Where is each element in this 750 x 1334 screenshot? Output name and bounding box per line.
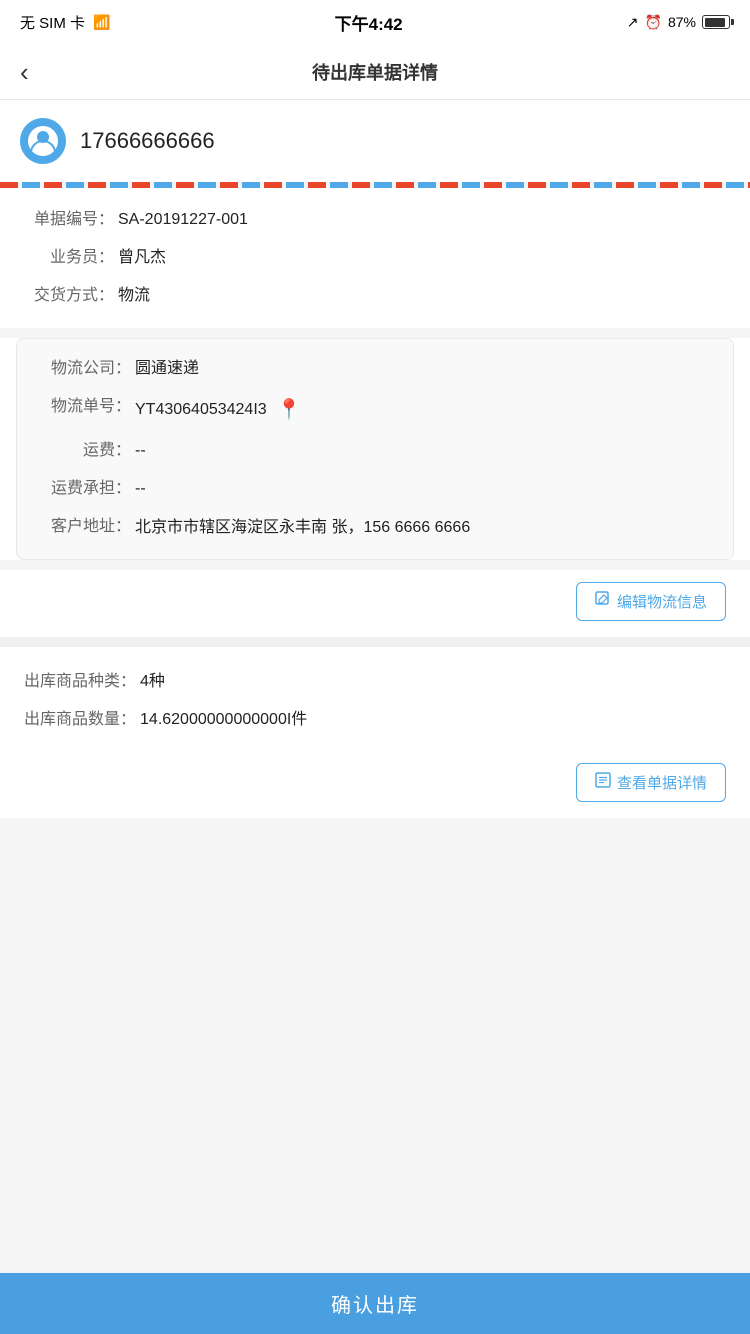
alarm-icon: ⏰ (645, 14, 662, 31)
logistics-company-label: 物流公司： (41, 357, 131, 381)
nav-bar: ‹ 待出库单据详情 (0, 44, 750, 100)
back-button[interactable]: ‹ (20, 59, 29, 85)
content: 17666666666 单据编号： SA-20191227-001 业务员： 曾… (0, 100, 750, 1098)
confirm-outbound-button[interactable]: 确认出库 (0, 1289, 750, 1318)
confirm-btn-container: 确认出库 (0, 1273, 750, 1334)
bottom-spacer (0, 818, 750, 998)
view-detail-label: 查看单据详情 (617, 772, 707, 793)
doc-number-row: 单据编号： SA-20191227-001 (24, 208, 726, 232)
list-icon (595, 772, 611, 792)
delivery-label: 交货方式： (24, 284, 114, 308)
goods-quantity-value: 14.62000000000000I件 (140, 705, 307, 729)
goods-quantity-label: 出库商品数量： (24, 705, 136, 729)
status-bar: 无 SIM 卡 📶 下午4:42 ↗ ⏰ 87% (0, 0, 750, 44)
location-status-icon: ↗ (627, 14, 639, 31)
logistics-freight-label: 运费： (41, 439, 131, 463)
goods-section: 出库商品种类： 4种 出库商品数量： 14.62000000000000I件 (0, 647, 750, 749)
avatar (20, 118, 66, 164)
carrier-text: 无 SIM 卡 (20, 12, 85, 33)
logistics-tracking-value: YT43064053424I3 📍 (135, 395, 709, 425)
doc-number-value: SA-20191227-001 (118, 208, 726, 232)
edit-logistics-button[interactable]: 编辑物流信息 (576, 582, 726, 621)
goods-quantity-row: 出库商品数量： 14.62000000000000I件 (24, 705, 726, 729)
customer-header: 17666666666 (0, 100, 750, 182)
logistics-address-row: 客户地址： 北京市市辖区海淀区永丰南 张，156 6666 6666 (41, 515, 709, 541)
delivery-row: 交货方式： 物流 (24, 284, 726, 308)
battery-text: 87% (668, 14, 696, 30)
salesman-value: 曾凡杰 (118, 246, 726, 270)
document-info-section: 单据编号： SA-20191227-001 业务员： 曾凡杰 交货方式： 物流 (0, 188, 750, 328)
goods-type-label: 出库商品种类： (24, 667, 136, 691)
page-title: 待出库单据详情 (312, 59, 438, 85)
edit-icon (595, 591, 611, 611)
logistics-company-value: 圆通速递 (135, 357, 709, 381)
delivery-value: 物流 (118, 284, 726, 308)
logistics-freightbear-label: 运费承担： (41, 477, 131, 501)
status-left: 无 SIM 卡 📶 (20, 12, 110, 33)
logistics-freight-value: -- (135, 439, 709, 463)
status-time: 下午4:42 (335, 10, 403, 35)
map-pin-icon[interactable]: 📍 (277, 395, 302, 425)
doc-number-label: 单据编号： (24, 208, 114, 232)
logistics-tracking-row: 物流单号： YT43064053424I3 📍 (41, 395, 709, 425)
view-detail-button[interactable]: 查看单据详情 (576, 763, 726, 802)
logistics-freightbear-value: -- (135, 477, 709, 501)
logistics-address-value: 北京市市辖区海淀区永丰南 张，156 6666 6666 (135, 515, 709, 541)
view-btn-row: 查看单据详情 (0, 749, 750, 818)
logistics-freightbear-row: 运费承担： -- (41, 477, 709, 501)
edit-btn-row: 编辑物流信息 (0, 570, 750, 637)
wifi-icon: 📶 (93, 14, 110, 31)
customer-phone: 17666666666 (80, 128, 215, 154)
battery-icon (702, 15, 730, 29)
logistics-address-label: 客户地址： (41, 515, 131, 539)
salesman-label: 业务员： (24, 246, 114, 270)
logistics-freight-row: 运费： -- (41, 439, 709, 463)
edit-logistics-label: 编辑物流信息 (617, 591, 707, 612)
section-divider (0, 637, 750, 647)
status-right: ↗ ⏰ 87% (627, 14, 730, 31)
goods-type-row: 出库商品种类： 4种 (24, 667, 726, 691)
avatar-icon (28, 126, 58, 156)
salesman-row: 业务员： 曾凡杰 (24, 246, 726, 270)
logistics-card: 物流公司： 圆通速递 物流单号： YT43064053424I3 📍 运费： -… (16, 338, 734, 560)
logistics-tracking-label: 物流单号： (41, 395, 131, 419)
logistics-company-row: 物流公司： 圆通速递 (41, 357, 709, 381)
goods-type-value: 4种 (140, 667, 165, 691)
